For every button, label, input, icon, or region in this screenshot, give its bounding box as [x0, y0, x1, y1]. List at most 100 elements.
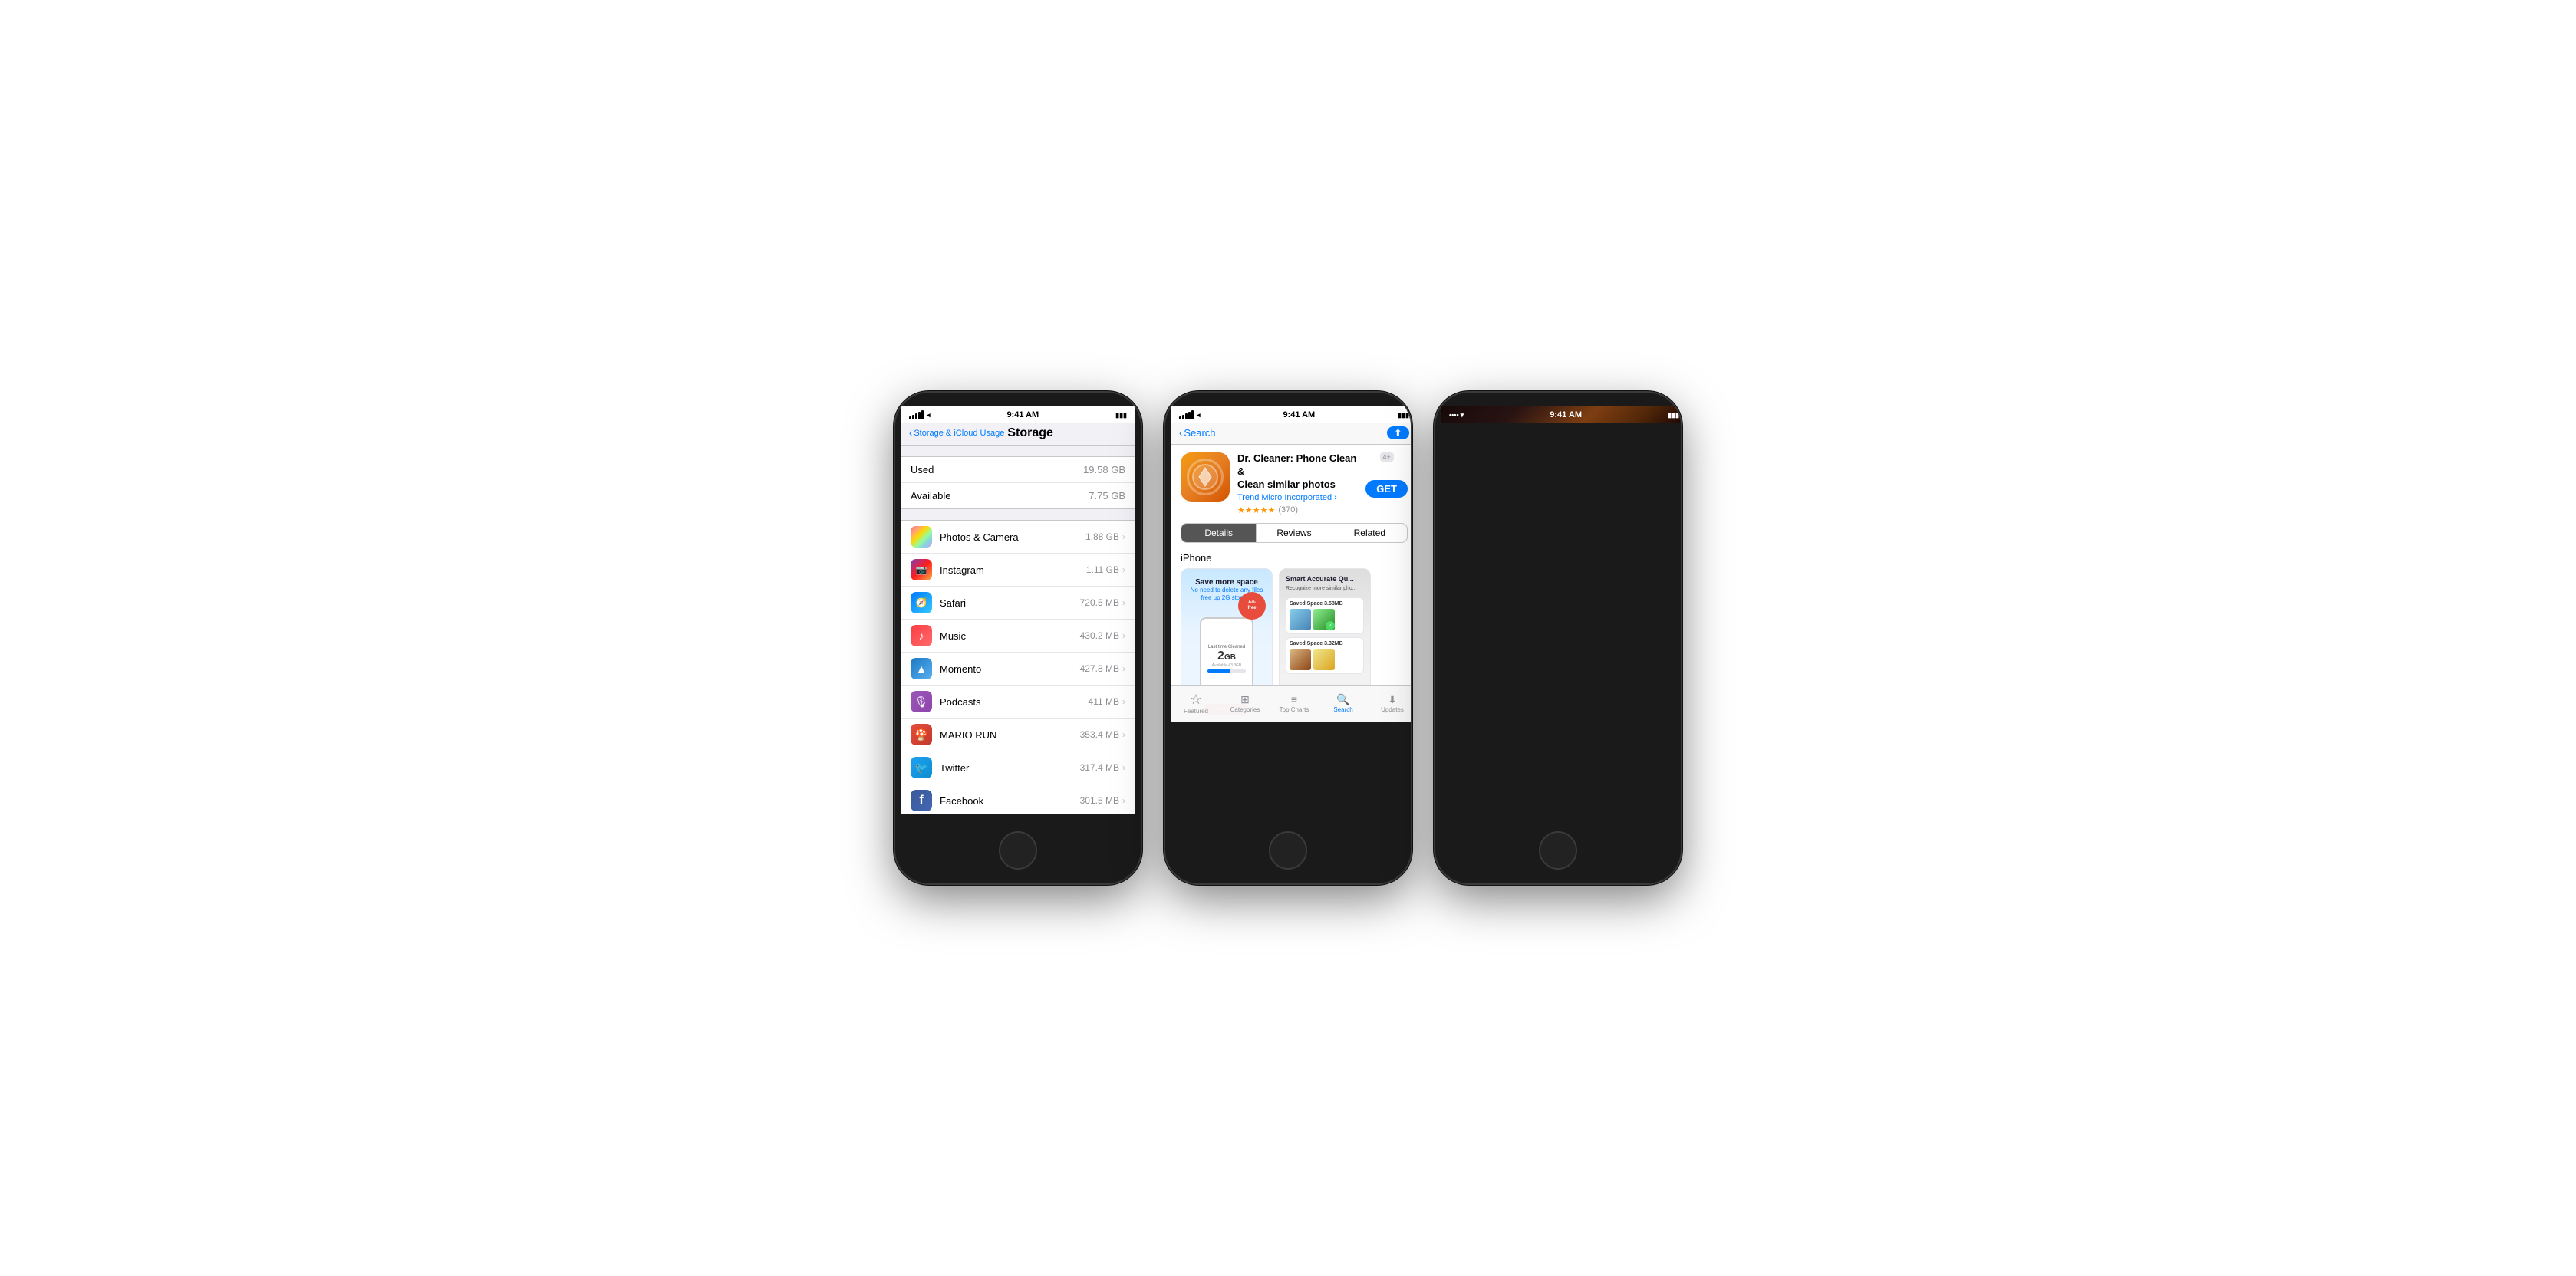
back-to-search-button[interactable]: ‹ Search — [1179, 427, 1216, 439]
app-name-twitter: Twitter — [940, 762, 1080, 774]
list-item[interactable]: 🐦 Twitter 317.4 MB › — [901, 751, 1135, 784]
phone-2-frame: ◂ 9:41 AM ▮▮▮ ‹ Search ⬆ — [1165, 393, 1411, 883]
app-icon-twitter: 🐦 — [911, 757, 932, 778]
app-developer[interactable]: Trend Micro Incorporated › — [1237, 493, 1358, 502]
tab-search[interactable]: 🔍 Search — [1319, 691, 1368, 716]
available-label: Available — [911, 490, 951, 502]
app-name-mario: MARIO RUN — [940, 729, 1080, 741]
signal-icon: ◂ — [909, 410, 931, 419]
phone-1: ◂ 9:41 AM ▮▮▮ ‹ Storage & iCloud Usage S… — [895, 393, 1141, 883]
app-icon-instagram: 📷 — [911, 559, 932, 580]
app-name-safari: Safari — [940, 597, 1080, 609]
home-button-2[interactable] — [1269, 831, 1307, 870]
chevron-right-icon: › — [1122, 729, 1125, 740]
app-name-photos: Photos & Camera — [940, 531, 1085, 543]
tab-categories[interactable]: ⊞ Categories — [1220, 691, 1270, 716]
chevron-right-icon: › — [1122, 663, 1125, 674]
saved-space-card-2: Saved Space 3.32MB — [1286, 637, 1364, 674]
list-item[interactable]: Photos & Camera 1.88 GB › — [901, 521, 1135, 554]
battery-icon-1: ▮▮▮ — [1115, 411, 1127, 419]
categories-label: Categories — [1230, 706, 1260, 713]
phone-1-screen: ◂ 9:41 AM ▮▮▮ ‹ Storage & iCloud Usage S… — [901, 406, 1135, 814]
search-back-label: Search — [1184, 427, 1215, 439]
app-size-music: 430.2 MB — [1080, 630, 1119, 641]
tab-details[interactable]: Details — [1181, 524, 1257, 542]
available-label: Available 43.3GB — [1212, 663, 1242, 668]
app-icon-facebook: f — [911, 790, 932, 811]
featured-label: Featured — [1184, 708, 1208, 715]
dr-cleaner-logo — [1190, 462, 1220, 492]
available-value: 7.75 GB — [1089, 490, 1125, 502]
phone-3: •••• ▾ 9:41 AM ▮▮▮ Hello! Plug in your i… — [1435, 393, 1681, 883]
segment-control: Details Reviews Related — [1181, 523, 1408, 543]
status-bar-3: •••• ▾ 9:41 AM ▮▮▮ — [1441, 406, 1681, 423]
chevron-left-icon-2: ‹ — [1179, 427, 1182, 439]
app-size-instagram: 1.11 GB — [1086, 564, 1119, 575]
list-item[interactable]: 🍄 MARIO RUN 353.4 MB › — [901, 719, 1135, 751]
app-header: Dr. Cleaner: Phone Clean &Clean similar … — [1171, 445, 1411, 523]
chevron-right-icon: › — [1122, 696, 1125, 707]
status-time-3: 9:41 AM — [1550, 410, 1582, 419]
ad-free-badge: Ad-free — [1238, 592, 1266, 620]
chevron-right-icon: › — [1122, 564, 1125, 575]
app-icon-photos — [911, 526, 932, 548]
app-icon-music: ♪ — [911, 625, 932, 646]
share-button[interactable]: ⬆ — [1387, 426, 1409, 439]
list-item[interactable]: f Facebook 301.5 MB › — [901, 784, 1135, 814]
featured-icon: ☆ — [1190, 692, 1202, 706]
app-size-photos: 1.88 GB — [1085, 531, 1119, 542]
age-badge: 4+ — [1380, 452, 1394, 462]
ss2-subtext: Recognize more similar pho... — [1286, 586, 1364, 591]
status-time-2: 9:41 AM — [1283, 410, 1315, 419]
app-name-facebook: Facebook — [940, 795, 1080, 807]
used-label: Used — [911, 464, 934, 475]
phone-3-frame: •••• ▾ 9:41 AM ▮▮▮ Hello! Plug in your i… — [1435, 393, 1681, 883]
list-item[interactable]: 🧭 Safari 720.5 MB › — [901, 587, 1135, 620]
status-bar-2: ◂ 9:41 AM ▮▮▮ — [1171, 406, 1411, 423]
app-size-momento: 427.8 MB — [1080, 663, 1119, 674]
share-icon: ⬆ — [1395, 429, 1402, 438]
tab-updates[interactable]: ⬇ Updates — [1368, 691, 1411, 716]
breadcrumb-label: Storage & iCloud Usage — [914, 429, 1004, 438]
chevron-right-icon: › — [1122, 531, 1125, 542]
app-store-nav-bar: ‹ Search ⬆ — [1171, 423, 1411, 445]
list-item[interactable]: 🎙 Podcasts 411 MB › — [901, 686, 1135, 719]
chevron-right-icon: › — [1122, 762, 1125, 773]
app-size-twitter: 317.4 MB — [1080, 762, 1119, 773]
app-name-podcasts: Podcasts — [940, 696, 1089, 708]
phone-2-screen: ◂ 9:41 AM ▮▮▮ ‹ Search ⬆ — [1171, 406, 1411, 722]
signal-area-3: •••• ▾ — [1449, 411, 1464, 419]
tab-related[interactable]: Related — [1332, 524, 1407, 542]
tab-top-charts[interactable]: ≡ Top Charts — [1270, 691, 1319, 716]
star-icons: ★★★★★ — [1237, 505, 1275, 515]
back-button-1[interactable]: ‹ Storage & iCloud Usage — [909, 427, 1004, 439]
battery-icon-2: ▮▮▮ — [1398, 411, 1409, 419]
app-name-momento: Momento — [940, 663, 1080, 675]
app-icon-large — [1181, 452, 1230, 502]
status-bar-1: ◂ 9:41 AM ▮▮▮ — [901, 406, 1135, 423]
home-button-1[interactable] — [999, 831, 1037, 870]
page-title-1: Storage — [1007, 426, 1053, 440]
storage-nav-bar: ‹ Storage & iCloud Usage Storage — [901, 423, 1135, 446]
tab-featured[interactable]: ☆ Featured — [1171, 689, 1220, 718]
ss1-headline: Save more space — [1191, 578, 1263, 587]
tab-reviews[interactable]: Reviews — [1257, 524, 1332, 542]
list-item[interactable]: 📷 Instagram 1.11 GB › — [901, 554, 1135, 587]
list-item[interactable]: ▲ Momento 427.8 MB › — [901, 653, 1135, 686]
chevron-right-icon: › — [1122, 597, 1125, 608]
app-size-mario: 353.4 MB — [1080, 729, 1119, 740]
list-item[interactable]: ♪ Music 430.2 MB › — [901, 620, 1135, 653]
saved-space-card-1: Saved Space 3.58MB ✓ — [1286, 597, 1364, 634]
get-button[interactable]: GET — [1365, 480, 1408, 498]
rating-count: (370) — [1278, 505, 1298, 515]
platform-label: iPhone — [1171, 549, 1411, 568]
app-icon-safari: 🧭 — [911, 592, 932, 613]
phone-1-frame: ◂ 9:41 AM ▮▮▮ ‹ Storage & iCloud Usage S… — [895, 393, 1141, 883]
ss2-headline: Smart Accurate Qu... — [1286, 575, 1364, 583]
home-button-3[interactable] — [1539, 831, 1577, 870]
app-size-podcasts: 411 MB — [1089, 696, 1119, 707]
app-icon-podcasts: 🎙 — [911, 691, 932, 712]
app-icon-momento: ▲ — [911, 658, 932, 679]
top-charts-icon: ≡ — [1291, 694, 1297, 705]
app-icon-mario: 🍄 — [911, 724, 932, 745]
